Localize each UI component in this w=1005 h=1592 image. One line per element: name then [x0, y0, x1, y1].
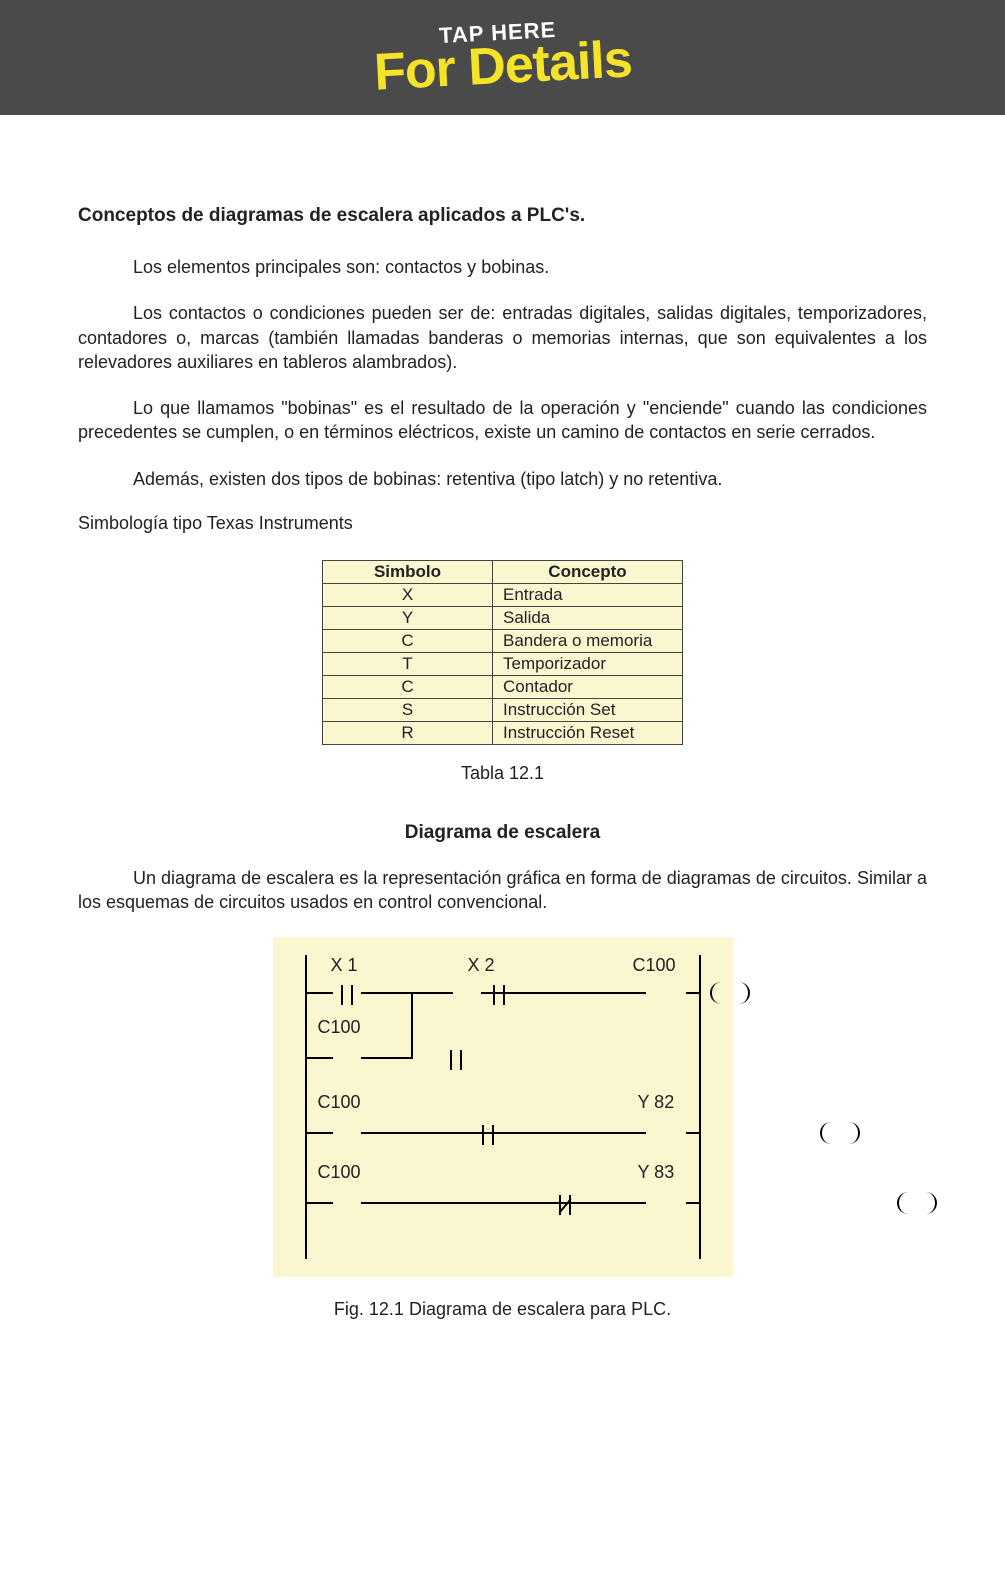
table-row: TTemporizador [323, 653, 683, 676]
label-c100d: C100 [318, 1162, 361, 1183]
cell-concept: Instrucción Reset [493, 722, 683, 745]
table-caption: Tabla 12.1 [78, 763, 927, 784]
cell-concept: Temporizador [493, 653, 683, 676]
paragraph-2: Los contactos o condiciones pueden ser d… [78, 301, 927, 374]
paragraph-4: Además, existen dos tipos de bobinas: re… [78, 467, 927, 491]
table-row: RInstrucción Reset [323, 722, 683, 745]
cell-symbol: S [323, 699, 493, 722]
paragraph-5: Un diagrama de escalera es la representa… [78, 866, 927, 915]
wire [686, 992, 701, 994]
cell-symbol: Y [323, 607, 493, 630]
coil-icon [710, 982, 750, 1004]
table-row: CBandera o memoria [323, 630, 683, 653]
wire [307, 992, 333, 994]
cell-concept: Contador [493, 676, 683, 699]
label-c100a: C100 [633, 955, 676, 976]
figure-caption: Fig. 12.1 Diagrama de escalera para PLC. [78, 1299, 927, 1320]
promo-banner[interactable]: TAP HERE For Details [0, 0, 1005, 115]
wire [361, 1057, 411, 1059]
contact-nc-icon [551, 1195, 579, 1215]
th-symbol: Simbolo [323, 561, 493, 584]
wire [361, 1202, 646, 1204]
label-y82: Y 82 [638, 1092, 675, 1113]
banner-details-text: For Details [372, 29, 633, 102]
wire [307, 1202, 333, 1204]
wire [481, 992, 646, 994]
ladder-diagram: X 1 X 2 C100 C100 C100 Y 82 C100 Y 83 [273, 937, 733, 1277]
contact-no-icon [485, 985, 513, 1005]
contact-no-icon [442, 1050, 470, 1070]
table-row: XEntrada [323, 584, 683, 607]
wire [686, 1132, 701, 1134]
cell-symbol: X [323, 584, 493, 607]
contact-no-icon [333, 985, 361, 1005]
section-heading: Diagrama de escalera [78, 822, 927, 844]
wire [361, 1132, 646, 1134]
wire [686, 1202, 701, 1204]
paragraph-1: Los elementos principales son: contactos… [78, 255, 927, 279]
label-c100b: C100 [318, 1017, 361, 1038]
label-y83: Y 83 [638, 1162, 675, 1183]
wire [307, 1057, 333, 1059]
paragraph-3: Lo que llamamos "bobinas" es el resultad… [78, 396, 927, 445]
document-page: Conceptos de diagramas de escalera aplic… [0, 115, 1005, 1390]
label-x2: X 2 [468, 955, 495, 976]
label-x1: X 1 [331, 955, 358, 976]
left-rail [305, 955, 307, 1259]
coil-icon [820, 1122, 860, 1144]
cell-symbol: T [323, 653, 493, 676]
cell-concept: Salida [493, 607, 683, 630]
table-head-row: Simbolo Concepto [323, 561, 683, 584]
table-row: CContador [323, 676, 683, 699]
contact-no-icon [474, 1125, 502, 1145]
page-title: Conceptos de diagramas de escalera aplic… [78, 205, 927, 227]
cell-symbol: C [323, 676, 493, 699]
cell-symbol: R [323, 722, 493, 745]
cell-concept: Instrucción Set [493, 699, 683, 722]
cell-concept: Bandera o memoria [493, 630, 683, 653]
label-c100c: C100 [318, 1092, 361, 1113]
table-row: YSalida [323, 607, 683, 630]
wire [307, 1132, 333, 1134]
cell-symbol: C [323, 630, 493, 653]
wire [361, 992, 453, 994]
right-rail [699, 955, 701, 1259]
subsection-label: Simbología tipo Texas Instruments [78, 513, 927, 534]
cell-concept: Entrada [493, 584, 683, 607]
table-row: SInstrucción Set [323, 699, 683, 722]
symbol-table: Simbolo Concepto XEntrada YSalida CBande… [322, 560, 683, 745]
wire [411, 992, 413, 1059]
th-concept: Concepto [493, 561, 683, 584]
coil-icon [897, 1192, 937, 1214]
